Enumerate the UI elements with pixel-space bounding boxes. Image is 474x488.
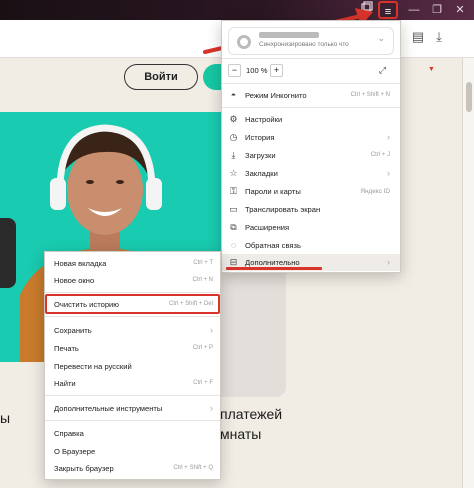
page-text-right-1: платежей xyxy=(220,406,283,422)
extension-icon[interactable]: ▤ xyxy=(409,28,427,46)
menu-item-shortcut: Ctrl + J xyxy=(370,152,390,158)
zoom-in-button[interactable]: + xyxy=(270,64,283,77)
chevron-right-icon: › xyxy=(210,325,213,335)
account-name-redacted xyxy=(259,32,319,38)
menu-item-label: Расширения xyxy=(245,223,290,232)
menu-item-label: Закрыть браузер xyxy=(54,464,114,473)
avatar xyxy=(237,35,251,49)
bookmark-icon: ☆ xyxy=(229,168,238,178)
key-icon: ⚿ xyxy=(230,186,237,196)
highlight-box xyxy=(45,294,220,314)
menu-item-shortcut: Ctrl + N xyxy=(192,277,213,283)
menu-item-label: Сохранить xyxy=(54,326,92,335)
menu-item-shortcut: Ctrl + P xyxy=(192,345,213,351)
menu-item-label: Закладки xyxy=(245,169,278,178)
close-button[interactable]: ✕ xyxy=(450,1,470,19)
menu-item-label: Пароли и карты xyxy=(245,187,301,196)
menu-item-shortcut: Ctrl + F xyxy=(193,380,213,386)
login-button[interactable]: Войти xyxy=(124,64,198,90)
menu-item-settings[interactable]: ⚙ Настройки xyxy=(222,111,400,128)
microphone xyxy=(0,218,16,288)
promo-card xyxy=(220,262,286,397)
menu-item-shortcut: Ctrl + T xyxy=(193,260,213,266)
incognito-icon: ◓ xyxy=(230,90,237,100)
submenu-item-print[interactable]: Печать Ctrl + P xyxy=(45,340,220,357)
submenu-item-new-tab[interactable]: Новая вкладка Ctrl + T xyxy=(45,255,220,272)
menu-item-passwords[interactable]: ⚿ Пароли и карты Яндекс ID xyxy=(222,183,400,200)
menu-item-extensions[interactable]: ⧉ Расширения xyxy=(222,219,400,236)
marker-icon: ▼ xyxy=(428,66,435,73)
submenu-item-translate[interactable]: Перевести на русский xyxy=(45,358,220,375)
submenu-item-dev-tools[interactable]: Дополнительные инструменты › xyxy=(45,400,220,417)
menu-item-label: Печать xyxy=(54,344,79,353)
chevron-right-icon: › xyxy=(210,403,213,413)
browser-menu-button[interactable]: ≡ xyxy=(378,1,398,19)
menu-item-shortcut: Ctrl + Shift + N xyxy=(350,92,390,98)
menu-item-label: Загрузки xyxy=(245,151,276,160)
menu-item-history[interactable]: ◷ История › xyxy=(222,129,400,146)
submenu-item-save[interactable]: Сохранить › xyxy=(45,322,220,339)
restore-button[interactable]: ❐ xyxy=(427,1,447,19)
zoom-value: 100 % xyxy=(246,66,268,75)
minimize-button[interactable]: — xyxy=(404,1,424,19)
menu-item-label: Справка xyxy=(54,429,84,438)
scrollbar-thumb[interactable] xyxy=(466,82,472,112)
download-icon: ⤓ xyxy=(231,150,236,160)
menu-item-feedback[interactable]: ◌ Обратная связь xyxy=(222,237,400,254)
menu-item-label: Дополнительные инструменты xyxy=(54,404,163,413)
page-text-right-2: мнаты xyxy=(220,426,262,442)
cast-icon: ▭ xyxy=(229,204,238,214)
menu-item-cast[interactable]: ▭ Транслировать экран xyxy=(222,201,400,218)
history-icon: ◷ xyxy=(229,132,238,142)
submenu-item-help[interactable]: Справка xyxy=(45,425,220,442)
sync-status: Синхронизировано только что xyxy=(259,41,349,48)
menu-item-label: Режим Инкогнито xyxy=(245,91,307,100)
menu-item-label: Новое окно xyxy=(54,276,95,285)
chevron-right-icon: › xyxy=(387,168,390,178)
menu-item-incognito[interactable]: ◓ Режим Инкогнито Ctrl + Shift + N xyxy=(222,87,400,104)
submenu-item-new-window[interactable]: Новое окно Ctrl + N xyxy=(45,272,220,289)
submenu-item-about[interactable]: О Браузере xyxy=(45,443,220,460)
menu-item-label: О Браузере xyxy=(54,447,96,456)
menu-item-label: История xyxy=(245,133,275,142)
fullscreen-icon[interactable]: ⤢ xyxy=(376,64,389,77)
menu-item-label: Обратная связь xyxy=(245,241,301,250)
download-icon[interactable]: ⤓ xyxy=(430,28,448,46)
extensions-icon: ⧉ xyxy=(230,222,237,232)
gear-icon: ⚙ xyxy=(229,114,238,124)
yandex-id-badge: Яндекс ID xyxy=(360,188,390,195)
menu-item-shortcut: Ctrl + Shift + Q xyxy=(173,465,213,471)
chevron-down-icon[interactable]: ⌄ xyxy=(377,33,385,44)
submenu-item-close-browser[interactable]: Закрыть браузер Ctrl + Shift + Q xyxy=(45,460,220,477)
more-submenu: Новая вкладка Ctrl + T Новое окно Ctrl +… xyxy=(44,251,221,480)
account-card[interactable]: Синхронизировано только что ⌄ xyxy=(228,27,394,55)
zoom-out-button[interactable]: − xyxy=(228,64,241,77)
chevron-right-icon: › xyxy=(387,132,390,142)
menu-item-label: Найти xyxy=(54,379,76,388)
chevron-right-icon: › xyxy=(387,257,390,267)
menu-item-downloads[interactable]: ⤓ Загрузки Ctrl + J xyxy=(222,147,400,164)
menu-item-label: Перевести на русский xyxy=(54,362,132,371)
highlight-underline xyxy=(226,267,322,270)
page-text-left: ы xyxy=(0,410,11,426)
menu-item-label: Новая вкладка xyxy=(54,259,107,268)
scrollbar[interactable] xyxy=(462,58,474,488)
submenu-item-find[interactable]: Найти Ctrl + F xyxy=(45,375,220,392)
menu-item-bookmarks[interactable]: ☆ Закладки › xyxy=(222,165,400,182)
menu-item-label: Транслировать экран xyxy=(245,205,321,214)
menu-item-label: Настройки xyxy=(245,115,283,124)
browser-main-menu: Синхронизировано только что ⌄ − 100 % + … xyxy=(221,20,401,273)
feedback-icon: ◌ xyxy=(230,240,237,250)
